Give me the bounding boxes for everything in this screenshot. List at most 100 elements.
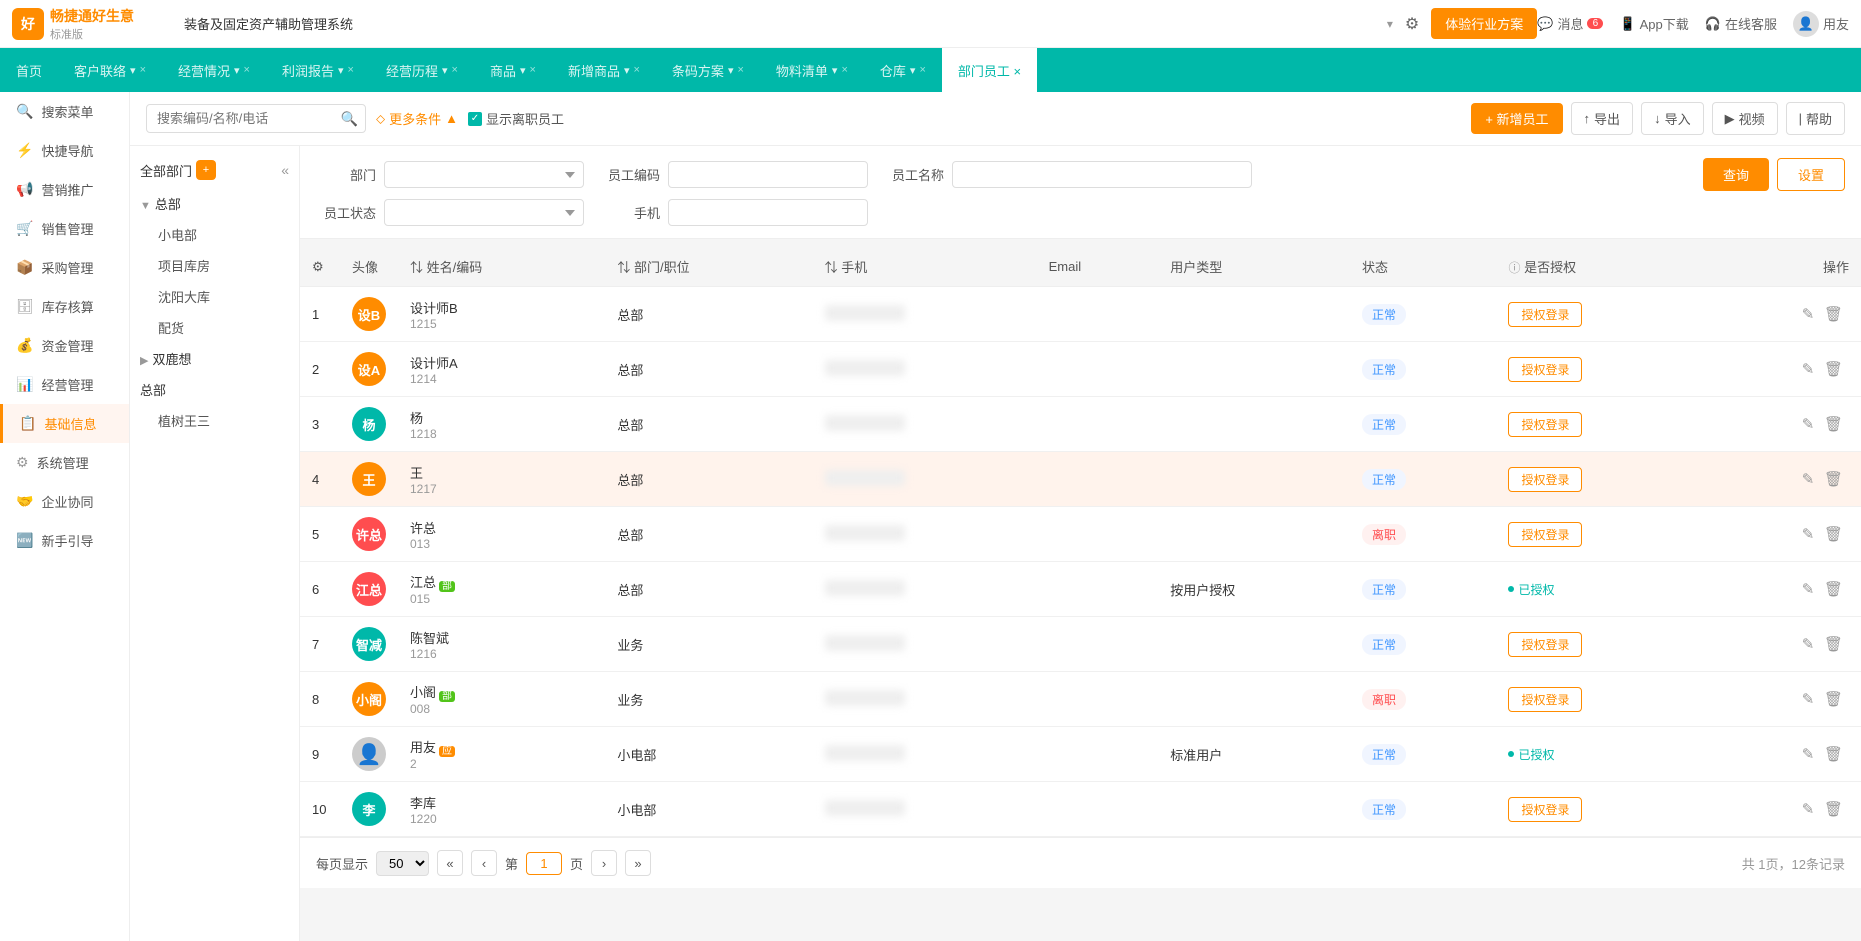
tab-process[interactable]: 经营历程 ▾×	[370, 48, 474, 92]
sidebar-item-operation[interactable]: 📊 经营管理	[0, 365, 129, 404]
sidebar-item-system[interactable]: ⚙ 系统管理	[0, 443, 129, 482]
help-button[interactable]: | 帮助	[1786, 102, 1845, 135]
prev-page-button[interactable]: ‹	[471, 850, 497, 876]
delete-button[interactable]: 🗑	[1824, 416, 1843, 433]
tab-warehouse[interactable]: 仓库 ▾×	[864, 48, 942, 92]
sidebar-item-marketing[interactable]: 📢 营销推广	[0, 170, 129, 209]
auth-button[interactable]: 授权登录	[1508, 797, 1582, 822]
add-employee-button[interactable]: + 新增员工	[1471, 103, 1562, 134]
next-page-button[interactable]: ›	[591, 850, 617, 876]
auth-button[interactable]: 授权登录	[1508, 522, 1582, 547]
query-button[interactable]: 查询	[1703, 158, 1769, 191]
app-download-button[interactable]: 📱 App下载	[1619, 14, 1688, 33]
first-page-button[interactable]: «	[437, 850, 463, 876]
user-avatar[interactable]: 👤 用友	[1793, 11, 1849, 37]
auth-button[interactable]: 授权登录	[1508, 687, 1582, 712]
tab-barcode[interactable]: 条码方案 ▾×	[656, 48, 760, 92]
row-status-cell: 离职	[1350, 672, 1496, 727]
page-size-select[interactable]: 50	[376, 851, 429, 876]
sidebar-item-finance[interactable]: 💰 资金管理	[0, 326, 129, 365]
sidebar-item-guide[interactable]: 🆕 新手引导	[0, 521, 129, 560]
delete-button[interactable]: 🗑	[1824, 746, 1843, 763]
delete-button[interactable]: 🗑	[1824, 636, 1843, 653]
edit-button[interactable]: ✎	[1802, 416, 1815, 433]
row-operation-cell: ✎ 🗑	[1708, 287, 1861, 342]
dept-tree-collapse-icon[interactable]: «	[281, 162, 289, 178]
last-page-button[interactable]: »	[625, 850, 651, 876]
auth-button[interactable]: 授权登录	[1508, 467, 1582, 492]
delete-button[interactable]: 🗑	[1824, 471, 1843, 488]
auth-button[interactable]: 授权登录	[1508, 302, 1582, 327]
th-settings[interactable]: ⚙	[300, 247, 340, 287]
row-email-cell	[1037, 782, 1159, 837]
tab-department[interactable]: 部门员工 ×	[942, 48, 1037, 92]
delete-button[interactable]: 🗑	[1824, 581, 1843, 598]
th-name[interactable]: ⇅ 姓名/编码	[398, 247, 605, 287]
search-input[interactable]	[146, 104, 366, 133]
delete-button[interactable]: 🗑	[1824, 306, 1843, 323]
sidebar-item-shortcut[interactable]: ⚡ 快捷导航	[0, 131, 129, 170]
sidebar-item-sales[interactable]: 🛒 销售管理	[0, 209, 129, 248]
delete-button[interactable]: 🗑	[1824, 526, 1843, 543]
set-button[interactable]: 设置	[1777, 158, 1845, 191]
view-button[interactable]: ▶ 视频	[1712, 102, 1778, 135]
th-phone[interactable]: ⇅ 手机	[813, 247, 1037, 287]
total-info: 共 1页，12条记录	[1742, 854, 1845, 873]
dept-node-plant[interactable]: 植树王三	[130, 405, 299, 436]
dept-node-small-elec[interactable]: 小电部	[130, 219, 299, 250]
dept-node-project[interactable]: 项目库房	[130, 250, 299, 281]
edit-button[interactable]: ✎	[1802, 691, 1815, 708]
dept-arrow2: ▶	[140, 355, 148, 367]
message-button[interactable]: 💬 消息 6	[1537, 14, 1603, 33]
online-service-button[interactable]: 🎧 在线客服	[1705, 14, 1777, 33]
sidebar-item-inventory[interactable]: 🗄 库存核算	[0, 287, 129, 326]
tab-new-goods[interactable]: 新增商品 ▾×	[552, 48, 656, 92]
sidebar-item-basic[interactable]: 📋 基础信息	[0, 404, 129, 443]
tab-profit[interactable]: 利润报告 ▾×	[266, 48, 370, 92]
dept-add-icon[interactable]: +	[196, 160, 216, 180]
sidebar-item-search[interactable]: 🔍 搜索菜单	[0, 92, 129, 131]
more-conditions-button[interactable]: ⬦ 更多条件 ▲	[376, 109, 458, 128]
dept-node-general[interactable]: ▼总部	[130, 188, 299, 219]
dept-node-distribution[interactable]: 配货	[130, 312, 299, 343]
edit-button[interactable]: ✎	[1802, 801, 1815, 818]
delete-button[interactable]: 🗑	[1824, 691, 1843, 708]
export-button[interactable]: ↑ 导出	[1571, 102, 1634, 135]
auth-button[interactable]: 授权登录	[1508, 632, 1582, 657]
auth-button[interactable]: 授权登录	[1508, 357, 1582, 382]
sidebar-item-purchase[interactable]: 📦 采购管理	[0, 248, 129, 287]
delete-button[interactable]: 🗑	[1824, 361, 1843, 378]
dept-node-shenyang[interactable]: 沈阳大库	[130, 281, 299, 312]
phone-value	[825, 745, 905, 761]
emp-status-select[interactable]	[384, 199, 584, 226]
tab-goods[interactable]: 商品 ▾×	[474, 48, 552, 92]
dept-node-hq[interactable]: 总部	[130, 374, 299, 405]
emp-code-input[interactable]	[668, 161, 868, 188]
pagination: 每页显示 50 « ‹ 第 页 › » 共 1页，12条记录	[300, 837, 1861, 888]
sidebar-item-cooperation[interactable]: 🤝 企业协同	[0, 482, 129, 521]
edit-button[interactable]: ✎	[1802, 361, 1815, 378]
edit-button[interactable]: ✎	[1802, 636, 1815, 653]
settings-icon[interactable]: ⚙	[1405, 14, 1419, 34]
tab-customer[interactable]: 客户联络 ▾×	[58, 48, 162, 92]
delete-button[interactable]: 🗑	[1824, 801, 1843, 818]
system-dropdown-icon[interactable]: ▾	[1387, 17, 1393, 31]
current-page-input[interactable]	[526, 852, 562, 875]
dept-select[interactable]	[384, 161, 584, 188]
tab-operation[interactable]: 经营情况 ▾×	[162, 48, 266, 92]
edit-button[interactable]: ✎	[1802, 471, 1815, 488]
emp-name-input[interactable]	[952, 161, 1252, 188]
import-button[interactable]: ↓ 导入	[1641, 102, 1704, 135]
show-resigned-checkbox[interactable]: ✓ 显示离职员工	[468, 109, 564, 128]
auth-button[interactable]: 授权登录	[1508, 412, 1582, 437]
tab-material[interactable]: 物料清单 ▾×	[760, 48, 864, 92]
edit-button[interactable]: ✎	[1802, 526, 1815, 543]
edit-button[interactable]: ✎	[1802, 581, 1815, 598]
edit-button[interactable]: ✎	[1802, 746, 1815, 763]
tab-home[interactable]: 首页	[0, 48, 58, 92]
phone-input[interactable]	[668, 199, 868, 226]
th-dept[interactable]: ⇅ 部门/职位	[605, 247, 812, 287]
trial-button[interactable]: 体验行业方案	[1431, 8, 1537, 39]
edit-button[interactable]: ✎	[1802, 306, 1815, 323]
dept-node-dual[interactable]: ▶双鹿想	[130, 343, 299, 374]
